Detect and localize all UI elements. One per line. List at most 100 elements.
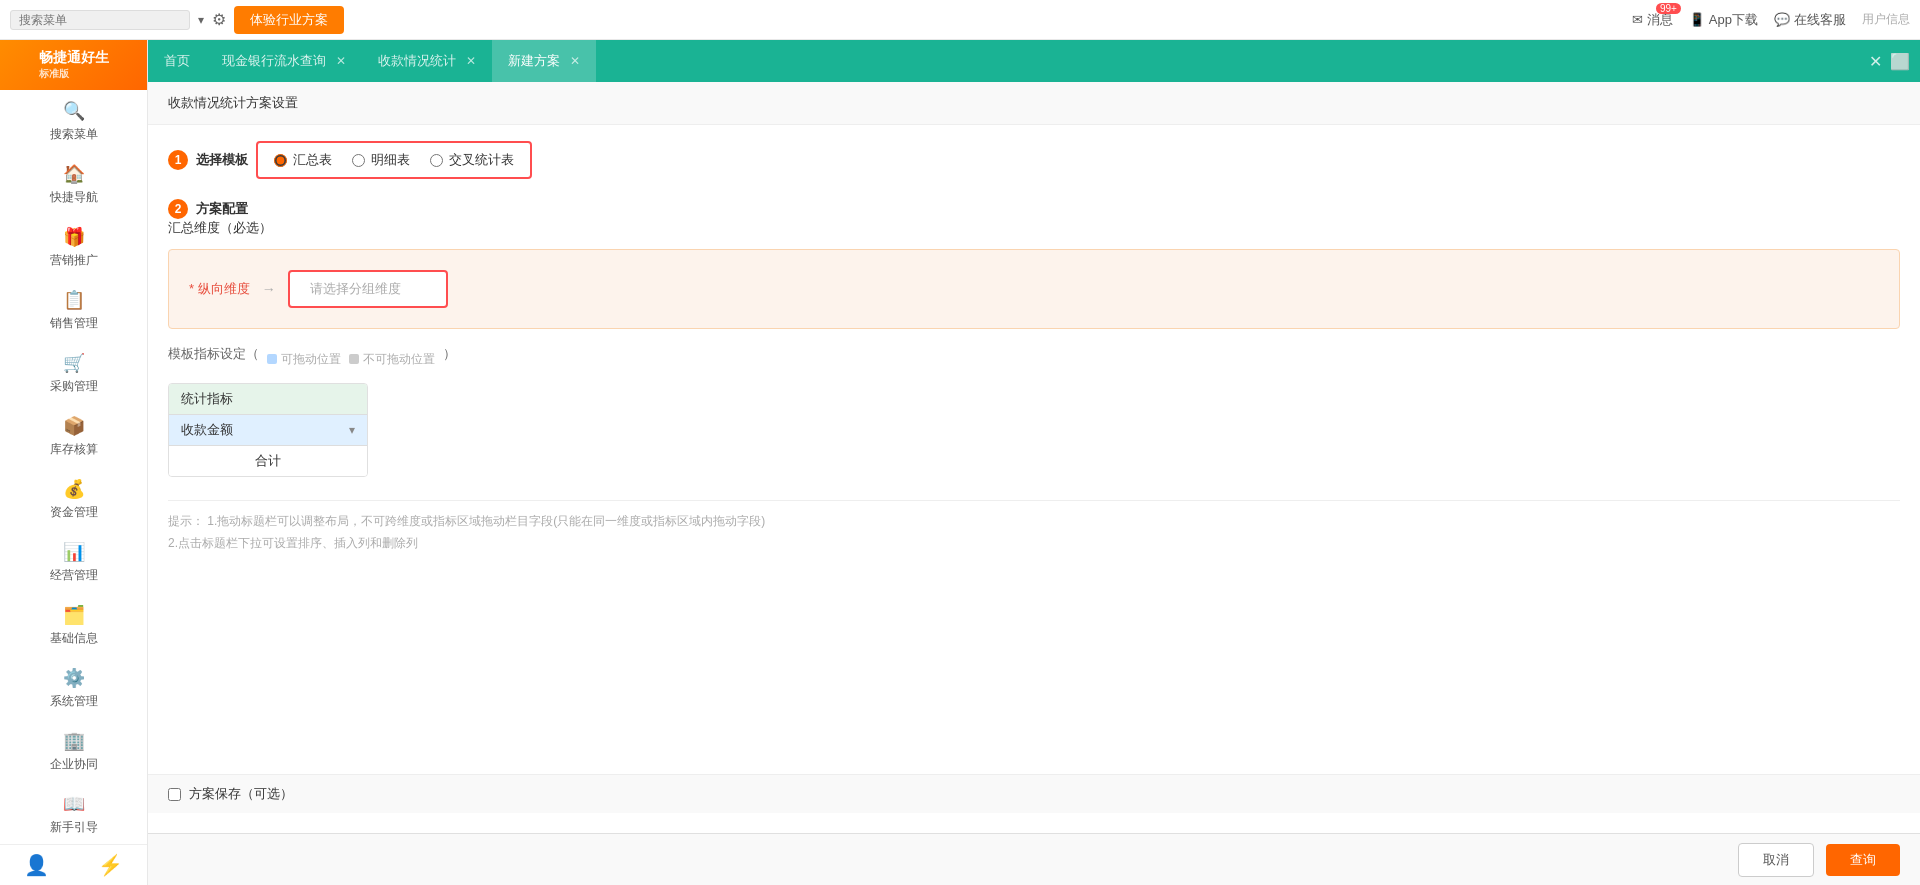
app-download-button[interactable]: 📱 App下载 xyxy=(1689,11,1758,29)
top-header: ▾ ⚙ 体验行业方案 ✉ 99+ 消息 📱 App下载 💬 在线客服 用户信息 xyxy=(0,0,1920,40)
gear-icon[interactable]: ⚙ xyxy=(212,10,226,29)
sidebar-item-label: 新手引导 xyxy=(50,819,98,836)
radio-detail-input[interactable] xyxy=(352,154,365,167)
main-content: 首页 现金银行流水查询 ✕ 收款情况统计 ✕ 新建方案 ✕ ✕ ⬜ xyxy=(148,40,1920,885)
operations-icon: 📊 xyxy=(63,541,85,563)
tab-home[interactable]: 首页 xyxy=(148,40,206,82)
step1-header: 1 选择模板 汇总表 明细表 xyxy=(168,141,1900,179)
draggable-label: 可拖动位置 xyxy=(281,351,341,368)
sidebar-item-system[interactable]: ⚙️ 系统管理 xyxy=(0,657,147,720)
radio-cross-label: 交叉统计表 xyxy=(449,151,514,169)
tab-bank-flow[interactable]: 现金银行流水查询 ✕ xyxy=(206,40,362,82)
service-icon: 💬 xyxy=(1774,12,1790,27)
save-checkbox[interactable] xyxy=(168,788,181,801)
tab-bank-flow-label: 现金银行流水查询 xyxy=(222,52,326,70)
sidebar-item-inventory[interactable]: 📦 库存核算 xyxy=(0,405,147,468)
finance-icon: 💰 xyxy=(63,478,85,500)
radio-cross-input[interactable] xyxy=(430,154,443,167)
metrics-total: 合计 xyxy=(169,446,367,476)
metrics-header-row: 模板指标设定（ 可拖动位置 不可拖动位置 ） xyxy=(168,345,1900,373)
sidebar-item-label: 搜索菜单 xyxy=(50,126,98,143)
online-service-button[interactable]: 💬 在线客服 xyxy=(1774,11,1846,29)
content-area: 收款情况统计方案设置 1 选择模板 汇总表 xyxy=(148,82,1920,833)
save-option-bar: 方案保存（可选） xyxy=(148,774,1920,813)
dimension-row: * 纵向维度 → 请选择分组维度 xyxy=(189,270,1879,308)
sidebar-item-label: 经营管理 xyxy=(50,567,98,584)
sales-icon: 📋 xyxy=(63,289,85,311)
metrics-close-paren: ） xyxy=(443,345,456,363)
radio-detail-label: 明细表 xyxy=(371,151,410,169)
cancel-button[interactable]: 取消 xyxy=(1738,843,1814,877)
sidebar-item-operations[interactable]: 📊 经营管理 xyxy=(0,531,147,594)
basicinfo-icon: 🗂️ xyxy=(63,604,85,626)
hint-section: 提示： 1.拖动标题栏可以调整布局，不可跨维度或指标区域拖动栏目字段(只能在同一… xyxy=(168,500,1900,564)
dimension-section-label: 汇总维度（必选） xyxy=(168,219,1900,237)
trial-button[interactable]: 体验行业方案 xyxy=(234,6,344,34)
radio-summary[interactable]: 汇总表 xyxy=(274,151,332,169)
tab-receipts-stats-close[interactable]: ✕ xyxy=(466,54,476,68)
metrics-row[interactable]: 收款金额 ▾ xyxy=(169,415,367,446)
message-button[interactable]: ✉ 99+ 消息 xyxy=(1632,11,1673,29)
cooperation-icon: 🏢 xyxy=(63,730,85,752)
tab-new-plan[interactable]: 新建方案 ✕ xyxy=(492,40,596,82)
sidebar-item-basic-info[interactable]: 🗂️ 基础信息 xyxy=(0,594,147,657)
vertical-dimension-label: * 纵向维度 xyxy=(189,280,250,298)
online-service-label: 在线客服 xyxy=(1794,11,1846,29)
tab-receipts-stats-label: 收款情况统计 xyxy=(378,52,456,70)
metrics-table-header: 统计指标 xyxy=(169,384,367,415)
hint-text-1: 提示： 1.拖动标题栏可以调整布局，不可跨维度或指标区域拖动栏目字段(只能在同一… xyxy=(168,511,1900,533)
message-badge: 99+ xyxy=(1656,3,1681,14)
sidebar: 畅捷通好生 标准版 🔍 搜索菜单 🏠 快捷导航 🎁 营销推广 📋 销售管理 xyxy=(0,40,148,885)
draggable-badge: 可拖动位置 xyxy=(267,351,341,368)
tab-actions: ✕ ⬜ xyxy=(1869,40,1920,82)
step2-section: 2 方案配置 汇总维度（必选） * 纵向维度 → 请选择分组维度 xyxy=(168,199,1900,564)
radio-detail[interactable]: 明细表 xyxy=(352,151,410,169)
sidebar-item-label: 销售管理 xyxy=(50,315,98,332)
tab-new-plan-close[interactable]: ✕ xyxy=(570,54,580,68)
system-icon: ⚙️ xyxy=(63,667,85,689)
sidebar-item-home[interactable]: 🏠 快捷导航 xyxy=(0,153,147,216)
query-button[interactable]: 查询 xyxy=(1826,844,1900,876)
sidebar-item-search[interactable]: 🔍 搜索菜单 xyxy=(0,90,147,153)
sidebar-item-finance[interactable]: 💰 资金管理 xyxy=(0,468,147,531)
sidebar-item-guide[interactable]: 📖 新手引导 xyxy=(0,783,147,844)
fixed-dot xyxy=(349,354,359,364)
sidebar-bottom-icon2[interactable]: ⚡ xyxy=(98,853,123,877)
sidebar-menu: 🔍 搜索菜单 🏠 快捷导航 🎁 营销推广 📋 销售管理 🛒 采购管理 📦 xyxy=(0,90,147,844)
step1-title: 选择模板 xyxy=(196,151,248,169)
sidebar-item-cooperation[interactable]: 🏢 企业协同 xyxy=(0,720,147,783)
step2-title: 方案配置 xyxy=(196,200,248,218)
sidebar-item-label: 采购管理 xyxy=(50,378,98,395)
metrics-section: 模板指标设定（ 可拖动位置 不可拖动位置 ） xyxy=(168,345,1900,480)
step1-section: 1 选择模板 汇总表 明细表 xyxy=(168,141,1900,179)
page-body: 收款情况统计方案设置 1 选择模板 汇总表 xyxy=(148,82,1920,833)
user-info: 用户信息 xyxy=(1862,11,1910,28)
message-icon: ✉ xyxy=(1632,12,1643,27)
tab-receipts-stats[interactable]: 收款情况统计 ✕ xyxy=(362,40,492,82)
tab-bar: 首页 现金银行流水查询 ✕ 收款情况统计 ✕ 新建方案 ✕ ✕ ⬜ xyxy=(148,40,1920,82)
save-label: 方案保存（可选） xyxy=(189,785,293,803)
sidebar-item-label: 快捷导航 xyxy=(50,189,98,206)
tab-maximize-button[interactable]: ⬜ xyxy=(1890,52,1910,71)
tab-bank-flow-close[interactable]: ✕ xyxy=(336,54,346,68)
radio-summary-input[interactable] xyxy=(274,154,287,167)
fixed-label: 不可拖动位置 xyxy=(363,351,435,368)
app-icon: 📱 xyxy=(1689,12,1705,27)
edition-label: 标准版 xyxy=(39,67,109,81)
home-icon: 🏠 xyxy=(63,163,85,185)
tab-minimize-button[interactable]: ✕ xyxy=(1869,52,1882,71)
app-download-label: App下载 xyxy=(1709,11,1758,29)
search-menu-input[interactable] xyxy=(10,10,190,30)
metrics-table: 统计指标 收款金额 ▾ 合计 xyxy=(168,383,368,477)
metrics-section-label: 模板指标设定（ xyxy=(168,345,259,363)
radio-cross[interactable]: 交叉统计表 xyxy=(430,151,514,169)
sidebar-item-purchase[interactable]: 🛒 采购管理 xyxy=(0,342,147,405)
sidebar-item-sales[interactable]: 📋 销售管理 xyxy=(0,279,147,342)
dimension-select[interactable]: 请选择分组维度 xyxy=(288,270,448,308)
sidebar-item-label: 企业协同 xyxy=(50,756,98,773)
bottom-bar: 取消 查询 xyxy=(148,833,1920,885)
tab-home-label: 首页 xyxy=(164,52,190,70)
sidebar-item-marketing[interactable]: 🎁 营销推广 xyxy=(0,216,147,279)
chevron-down-icon[interactable]: ▾ xyxy=(198,13,204,27)
sidebar-bottom-icon1[interactable]: 👤 xyxy=(24,853,49,877)
